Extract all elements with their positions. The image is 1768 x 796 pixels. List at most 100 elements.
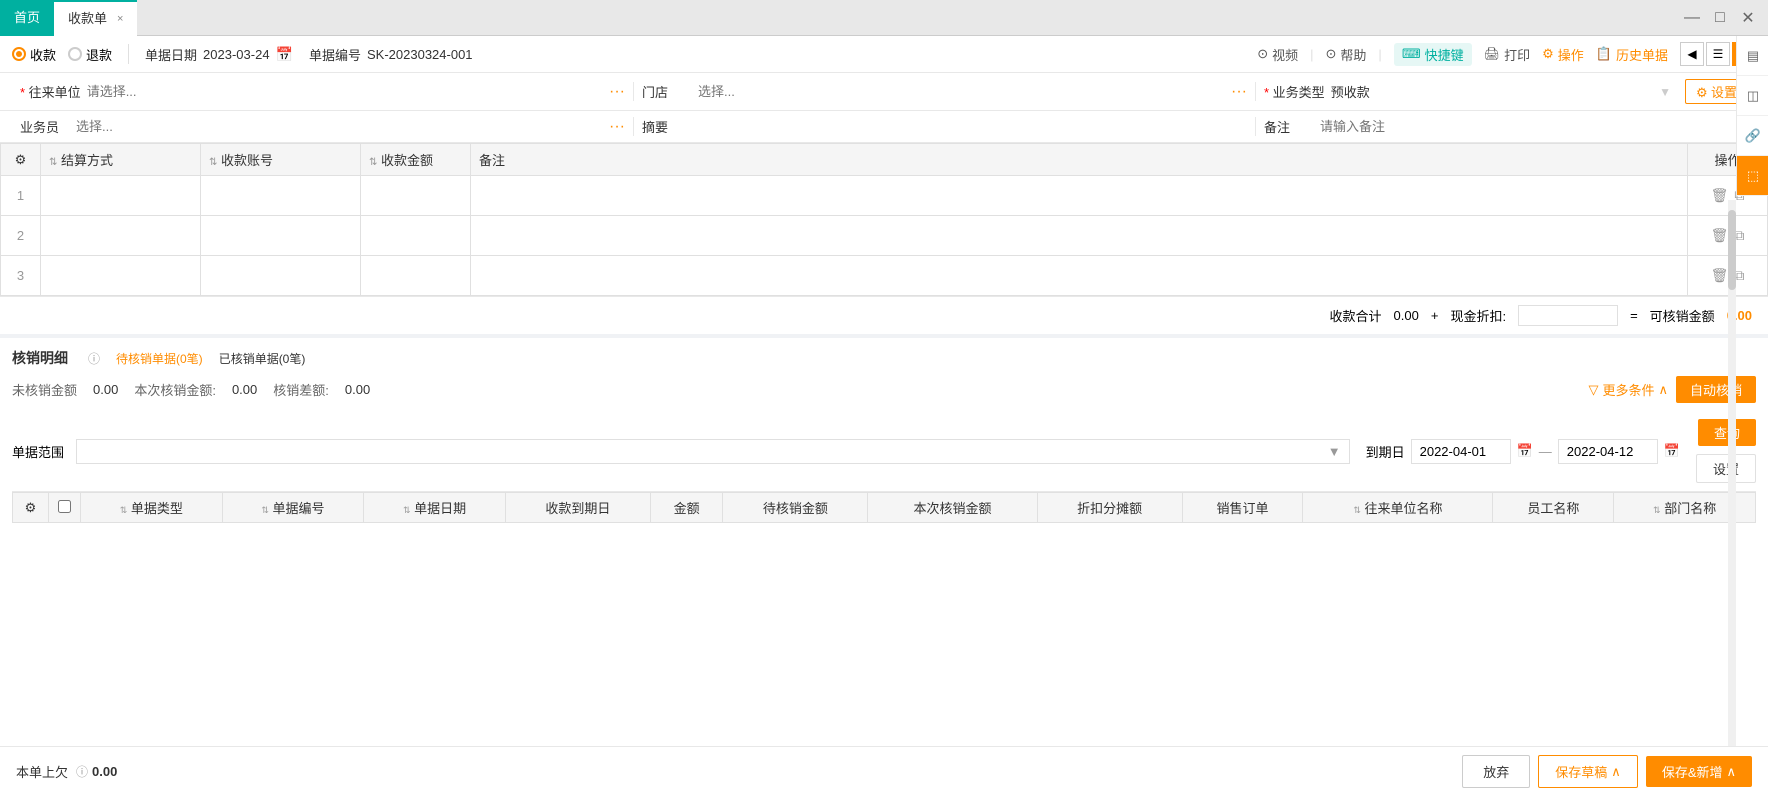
query-btn[interactable]: 查询: [1698, 419, 1756, 446]
form-row1: 往来单位 ··· 门店 ··· 业务类型 预收款 ▼ ⚙ 设置: [0, 73, 1768, 111]
summary-field: 摘要: [634, 117, 1256, 136]
shortcut-icon: ⌨: [1402, 46, 1421, 62]
abandon-btn[interactable]: 放弃: [1462, 755, 1530, 788]
help-icon: ⊙: [1326, 46, 1337, 62]
salesman-more-icon[interactable]: ···: [609, 118, 625, 136]
gear-icon: ⚙: [15, 152, 27, 167]
btn-history[interactable]: 📋 历史单据: [1596, 45, 1668, 64]
cell-account-2[interactable]: [201, 216, 361, 256]
save-new-btn[interactable]: 保存&新增 ∧: [1646, 756, 1752, 787]
cell-settlement-1[interactable]: [41, 176, 201, 216]
due-date-from-input[interactable]: [1411, 439, 1511, 464]
due-date-to-input[interactable]: [1558, 439, 1658, 464]
btn-help[interactable]: ⊙ 帮助: [1326, 45, 1367, 64]
radio-refund[interactable]: 退款: [68, 45, 112, 64]
cell-remark-2[interactable]: [471, 216, 1688, 256]
cell-remark-3[interactable]: [471, 256, 1688, 296]
counterpart-input[interactable]: [87, 84, 599, 99]
btn-operate[interactable]: ⚙ 操作: [1542, 45, 1584, 64]
table-row: 1 🗑 ⧉: [1, 176, 1768, 216]
save-draft-btn[interactable]: 保存草稿 ∧: [1538, 755, 1638, 788]
due-date-label: 到期日: [1366, 442, 1405, 461]
cell-amount-3[interactable]: [361, 256, 471, 296]
layout-icon: ◫: [1747, 88, 1759, 104]
radio-refund-label: 退款: [86, 45, 112, 64]
range-select[interactable]: ▼: [76, 439, 1350, 464]
tab-close-icon[interactable]: ×: [117, 1, 123, 37]
filter-setting-btn[interactable]: 设置: [1696, 454, 1756, 483]
calendar-from-icon[interactable]: 📅: [1517, 443, 1533, 459]
delete-icon-3[interactable]: 🗑: [1711, 267, 1729, 284]
cell-account-1[interactable]: [201, 176, 361, 216]
bth-doc-no: ⇅ 单据编号: [222, 493, 364, 523]
sidebar-icon-3[interactable]: 🔗: [1737, 116, 1768, 156]
bth-pending: 待核销金额: [723, 493, 868, 523]
sidebar-icon-1[interactable]: ▤: [1737, 36, 1768, 76]
summary-input[interactable]: [698, 119, 1247, 134]
auto-verify-btn[interactable]: 自动核销: [1676, 376, 1756, 403]
toolbar-row: 收款 退款 单据日期 2023-03-24 📅 单据编号 SK-20230324…: [0, 36, 1768, 73]
more-conditions-btn[interactable]: ▽ 更多条件 ∧: [1588, 380, 1668, 399]
delete-icon-2[interactable]: 🗑: [1711, 227, 1729, 244]
bth-check[interactable]: [49, 493, 81, 523]
biz-type-dropdown-icon[interactable]: ▼: [1659, 85, 1671, 99]
main-content: 收款 退款 单据日期 2023-03-24 📅 单据编号 SK-20230324…: [0, 36, 1768, 796]
scrollbar[interactable]: [1728, 200, 1736, 746]
btn-video[interactable]: ⊙ 视频: [1257, 45, 1298, 64]
close-btn[interactable]: ✕: [1738, 8, 1758, 28]
this-order-info-icon[interactable]: ⓘ: [76, 763, 88, 780]
cell-settlement-3[interactable]: [41, 256, 201, 296]
verify-tab-pending[interactable]: 待核销单据(0笔): [116, 350, 203, 367]
scrollbar-thumb[interactable]: [1728, 210, 1736, 290]
calendar-to-icon[interactable]: 📅: [1664, 443, 1680, 459]
th-amount: ⇅ 收款金额: [361, 144, 471, 176]
sidebar-icon-2[interactable]: ◫: [1737, 76, 1768, 116]
sidebar-icon-4[interactable]: ⬚: [1737, 156, 1768, 196]
radio-receive[interactable]: 收款: [12, 45, 56, 64]
bth-employee: 员工名称: [1493, 493, 1614, 523]
btn-shortcut[interactable]: ⌨ 快捷键: [1394, 43, 1472, 66]
doc-no-value[interactable]: SK-20230324-001: [367, 47, 473, 62]
select-all-checkbox[interactable]: [58, 500, 71, 513]
doc-date-value[interactable]: 2023-03-24: [203, 47, 270, 62]
summary-discount-label: 现金折扣:: [1450, 306, 1506, 325]
counterpart-more-icon[interactable]: ···: [609, 83, 625, 101]
cell-settlement-2[interactable]: [41, 216, 201, 256]
verify-tab-done[interactable]: 已核销单据(0笔): [219, 350, 306, 367]
cell-amount-1[interactable]: [361, 176, 471, 216]
btn-help-label: 帮助: [1340, 45, 1366, 64]
discount-input[interactable]: [1518, 305, 1618, 326]
tab-current[interactable]: 收款单 ×: [54, 0, 137, 36]
th-gear[interactable]: ⚙: [1, 144, 41, 176]
unchecked-label: 未核销金额: [12, 380, 77, 399]
tab-home[interactable]: 首页: [0, 0, 54, 36]
store-input[interactable]: [698, 84, 1221, 99]
counterpart-label: 往来单位: [20, 82, 81, 101]
bottom-table-container: ⚙ ⇅ 单据类型 ⇅ 单据编号: [12, 492, 1756, 523]
row-num-2: 2: [1, 216, 41, 256]
footer-right: 放弃 保存草稿 ∧ 保存&新增 ∧: [1462, 755, 1752, 788]
delete-icon-1[interactable]: 🗑: [1711, 187, 1729, 204]
remark-field: 备注: [1256, 117, 1756, 136]
remark-input[interactable]: [1320, 119, 1748, 134]
cell-amount-2[interactable]: [361, 216, 471, 256]
th-remark-label: 备注: [479, 153, 505, 168]
btn-print[interactable]: 🖨 打印: [1484, 45, 1531, 64]
settings-label: 设置: [1711, 85, 1737, 100]
maximize-btn[interactable]: □: [1710, 9, 1730, 27]
bth-sales-order: 销售订单: [1182, 493, 1303, 523]
this-order-value: 0.00: [92, 764, 117, 779]
verify-info-icon[interactable]: ⓘ: [88, 350, 100, 367]
cell-account-3[interactable]: [201, 256, 361, 296]
history-icon: 📋: [1596, 46, 1612, 62]
bth-gear[interactable]: ⚙: [13, 493, 49, 523]
bth-doc-date: ⇅ 单据日期: [364, 493, 506, 523]
minimize-btn[interactable]: —: [1682, 9, 1702, 27]
view-list-btn[interactable]: ☰: [1706, 42, 1730, 66]
view-prev-btn[interactable]: ◀: [1680, 42, 1704, 66]
cell-remark-1[interactable]: [471, 176, 1688, 216]
biz-type-value[interactable]: 预收款: [1331, 82, 1653, 101]
salesman-input[interactable]: [76, 119, 599, 134]
doc-date-calendar-icon[interactable]: 📅: [276, 46, 293, 63]
store-more-icon[interactable]: ···: [1231, 83, 1247, 101]
